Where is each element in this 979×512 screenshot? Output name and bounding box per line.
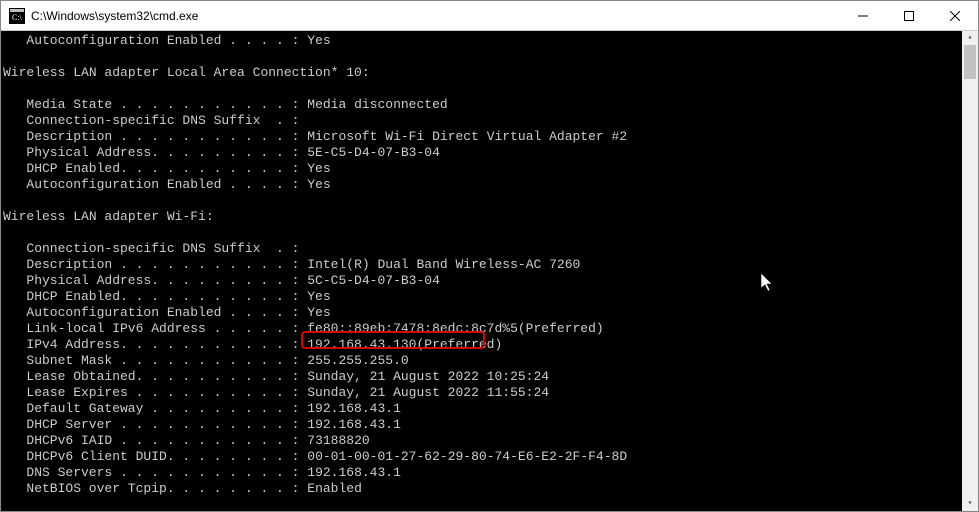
property-value: Microsoft Wi-Fi Direct Virtual Adapter #… — [307, 129, 627, 145]
adapter-header: Wireless LAN adapter Wi-Fi: — [3, 209, 978, 225]
property-value: Media disconnected — [307, 97, 447, 113]
property-label: Default Gateway — [26, 401, 143, 417]
property-value: 5C-C5-D4-07-B3-04 — [307, 273, 440, 289]
terminal-output[interactable]: Autoconfiguration Enabled . . . . : Yes … — [1, 31, 978, 511]
property-value: 5E-C5-D4-07-B3-04 — [307, 145, 440, 161]
property-label: Lease Obtained — [26, 369, 135, 385]
property-label: Lease Expires — [26, 385, 127, 401]
property-value: 192.168.43.1 — [307, 417, 401, 433]
minimize-button[interactable] — [840, 1, 886, 30]
property-label: DHCPv6 IAID — [26, 433, 112, 449]
property-label: IPv4 Address — [26, 337, 120, 353]
property-label: DHCP Enabled — [26, 289, 120, 305]
property-value: 00-01-00-01-27-62-29-80-74-E6-E2-2F-F4-8… — [307, 449, 627, 465]
property-value: Yes — [307, 305, 330, 321]
scrollbar-thumb[interactable] — [964, 45, 976, 79]
property-label: Autoconfiguration Enabled — [26, 305, 221, 321]
property-value: Intel(R) Dual Band Wireless-AC 7260 — [307, 257, 580, 273]
maximize-button[interactable] — [886, 1, 932, 30]
property-value: Enabled — [307, 481, 362, 497]
vertical-scrollbar[interactable]: ▴ ▾ — [962, 31, 978, 511]
property-value: Sunday, 21 August 2022 10:25:24 — [307, 369, 549, 385]
close-button[interactable] — [932, 1, 978, 30]
property-value: 73188820 — [307, 433, 369, 449]
property-label: Connection-specific DNS Suffix — [26, 113, 260, 129]
cmd-icon: C:\ — [9, 8, 25, 24]
property-label: Physical Address — [26, 145, 151, 161]
property-value: Sunday, 21 August 2022 11:55:24 — [307, 385, 549, 401]
scroll-down-button[interactable]: ▾ — [962, 497, 978, 511]
property-value: Yes — [307, 33, 330, 49]
property-value: Yes — [307, 289, 330, 305]
property-label: Link-local IPv6 Address — [26, 321, 205, 337]
titlebar[interactable]: C:\ C:\Windows\system32\cmd.exe — [1, 1, 978, 31]
property-label: Physical Address — [26, 273, 151, 289]
scroll-up-button[interactable]: ▴ — [962, 31, 978, 45]
property-value: Yes — [307, 177, 330, 193]
property-value: 192.168.43.1 — [307, 401, 401, 417]
property-value: Yes — [307, 161, 330, 177]
property-value: 192.168.43.1 — [307, 465, 401, 481]
window: C:\ C:\Windows\system32\cmd.exe Autoconf… — [0, 0, 979, 512]
property-label: Autoconfiguration Enabled — [26, 33, 221, 49]
property-label: Description — [26, 129, 112, 145]
svg-text:C:\: C:\ — [12, 13, 23, 22]
property-label: Autoconfiguration Enabled — [26, 177, 221, 193]
property-label: Connection-specific DNS Suffix — [26, 241, 260, 257]
property-label: DNS Servers — [26, 465, 112, 481]
property-label: NetBIOS over Tcpip — [26, 481, 166, 497]
property-value: 255.255.255.0 — [307, 353, 408, 369]
property-label: Description — [26, 257, 112, 273]
window-title: C:\Windows\system32\cmd.exe — [31, 9, 840, 23]
property-label: Media State — [26, 97, 112, 113]
property-value: 192.168.43.130(Preferred) — [307, 337, 502, 353]
window-controls — [840, 1, 978, 30]
property-label: DHCPv6 Client DUID — [26, 449, 166, 465]
property-label: DHCP Server — [26, 417, 112, 433]
property-label: Subnet Mask — [26, 353, 112, 369]
property-value: fe80::89eb:7478:8edc:8c7d%5(Preferred) — [307, 321, 603, 337]
property-label: DHCP Enabled — [26, 161, 120, 177]
adapter-header: Wireless LAN adapter Local Area Connecti… — [3, 65, 978, 81]
